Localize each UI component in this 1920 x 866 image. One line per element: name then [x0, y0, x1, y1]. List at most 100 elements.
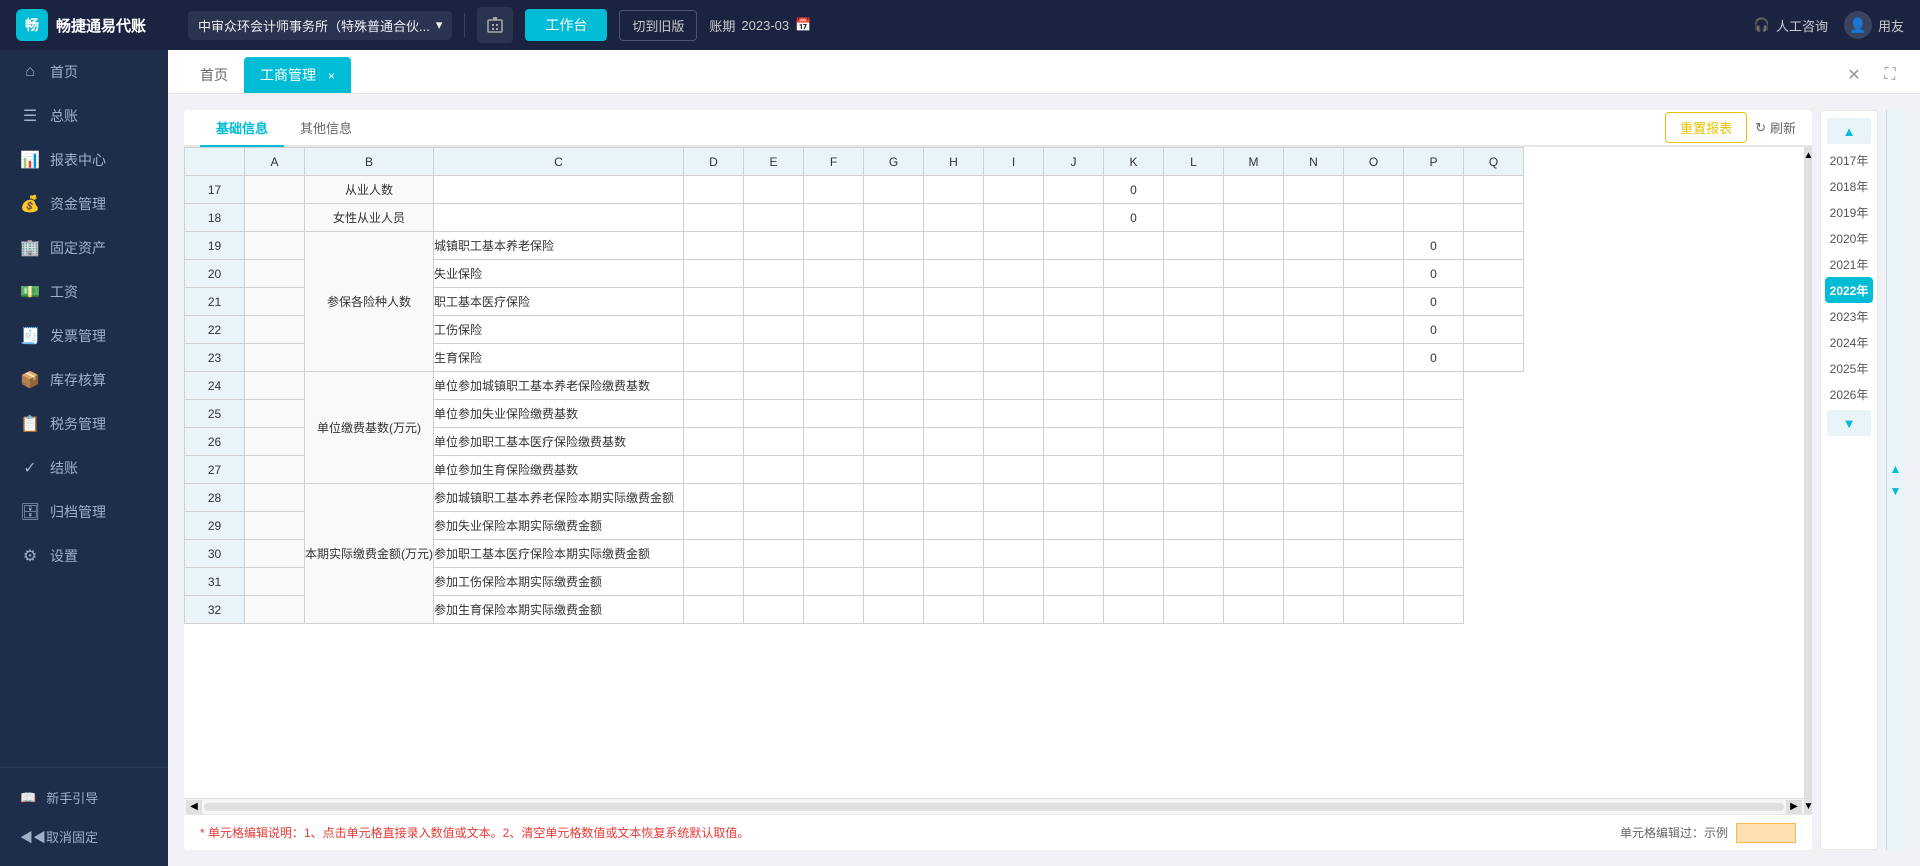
horizontal-scrollbar[interactable]: ◀ ▶ [184, 798, 1804, 814]
cell-17-b[interactable]: 从业人数 [305, 176, 434, 204]
cell-24-b-merge[interactable]: 单位缴费基数(万元) [305, 372, 434, 484]
cell-18-i[interactable] [984, 204, 1044, 232]
hscroll-right-btn[interactable]: ▶ [1786, 800, 1802, 814]
vscroll-down-btn[interactable]: ▼ [1805, 798, 1812, 814]
tab-home[interactable]: 首页 [184, 57, 244, 93]
year-2020[interactable]: 2020年 [1825, 225, 1873, 251]
sidebar-item-inventory[interactable]: 📦 库存核算 [0, 358, 168, 402]
sidebar-item-invoice[interactable]: 🧾 发票管理 [0, 314, 168, 358]
sub-tab-other[interactable]: 其他信息 [284, 110, 368, 147]
collapse-panel[interactable]: ▲ ▼ [1886, 110, 1904, 850]
company-icon-button[interactable] [477, 7, 513, 43]
year-2025[interactable]: 2025年 [1825, 355, 1873, 381]
cell-17-q[interactable] [1464, 176, 1524, 204]
col-header-c: C [434, 148, 684, 176]
cell-28-b-merge[interactable]: 本期实际缴费金额(万元) [305, 484, 434, 624]
expand-button[interactable]: ⛶ [1876, 61, 1904, 89]
col-header-empty [185, 148, 245, 176]
year-2019[interactable]: 2019年 [1825, 199, 1873, 225]
cell-17-a[interactable] [245, 176, 305, 204]
cell-17-j[interactable] [1044, 176, 1104, 204]
vscroll-thumb[interactable] [1805, 163, 1812, 798]
cell-19-b-merge[interactable]: 参保各险种人数 [305, 232, 434, 372]
sidebar-item-funds[interactable]: 💰 资金管理 [0, 182, 168, 226]
calendar-icon[interactable]: 📅 [795, 17, 811, 33]
old-version-button[interactable]: 切到旧版 [619, 10, 697, 41]
sidebar-item-assets[interactable]: 🏢 固定资产 [0, 226, 168, 270]
cell-18-l[interactable] [1164, 204, 1224, 232]
year-2026[interactable]: 2026年 [1825, 381, 1873, 407]
sidebar-item-reports[interactable]: 📊 报表中心 [0, 138, 168, 182]
cell-17-m[interactable] [1224, 176, 1284, 204]
tab-close-icon[interactable]: × [328, 69, 335, 83]
cell-18-d[interactable] [684, 204, 744, 232]
unpin-button[interactable]: ◀◀取消固定 [0, 817, 168, 856]
guide-icon: 📖 [20, 790, 36, 806]
cell-18-m[interactable] [1224, 204, 1284, 232]
sidebar-item-salary[interactable]: 💵 工资 [0, 270, 168, 314]
sidebar-item-settings[interactable]: ⚙ 设置 [0, 534, 168, 578]
new-guide[interactable]: 📖 新手引导 [0, 778, 168, 817]
sidebar-item-tax[interactable]: 📋 税务管理 [0, 402, 168, 446]
form-actions: 重置报表 ↻ 刷新 [1665, 112, 1796, 143]
cell-17-i[interactable] [984, 176, 1044, 204]
sidebar-item-archive[interactable]: 🗄 归档管理 [0, 490, 168, 534]
cell-17-c[interactable] [434, 176, 684, 204]
sub-tab-basic[interactable]: 基础信息 [200, 110, 284, 147]
settings-icon: ⚙ [20, 546, 40, 566]
year-2022[interactable]: 2022年 [1825, 277, 1873, 303]
year-2021[interactable]: 2021年 [1825, 251, 1873, 277]
hscroll-left-btn[interactable]: ◀ [186, 800, 202, 814]
help-button[interactable]: 🎧 人工咨询 [1754, 16, 1828, 35]
year-panel: ▲ 2017年 2018年 2019年 2020年 2021年 2022年 20… [1820, 110, 1878, 850]
cell-17-o[interactable] [1344, 176, 1404, 204]
cell-18-e[interactable] [744, 204, 804, 232]
sidebar-item-ledger[interactable]: ☰ 总账 [0, 94, 168, 138]
cell-18-o[interactable] [1344, 204, 1404, 232]
col-header-g: G [864, 148, 924, 176]
spreadsheet-scroll[interactable]: A B C D E F G H I [184, 147, 1804, 798]
sidebar-item-closing[interactable]: ✓ 结账 [0, 446, 168, 490]
company-selector[interactable]: 中审众环会计师事务所（特殊普通合伙... ▾ [188, 11, 452, 40]
cell-17-p[interactable] [1404, 176, 1464, 204]
year-2024[interactable]: 2024年 [1825, 329, 1873, 355]
close-panel-button[interactable]: ✕ [1840, 61, 1868, 89]
cell-18-q[interactable] [1464, 204, 1524, 232]
workbench-button[interactable]: 工作台 [525, 9, 607, 41]
cell-17-k[interactable]: 0 [1104, 176, 1164, 204]
cell-18-n[interactable] [1284, 204, 1344, 232]
cell-18-a[interactable] [245, 204, 305, 232]
cell-17-n[interactable] [1284, 176, 1344, 204]
table-row: 28 本期实际缴费金额(万元) 参加城镇职工基本养老保险本期实际缴费金额 [185, 484, 1524, 512]
col-header-k: K [1104, 148, 1164, 176]
year-2018[interactable]: 2018年 [1825, 173, 1873, 199]
refresh-button[interactable]: ↻ 刷新 [1755, 118, 1796, 137]
cell-18-p[interactable] [1404, 204, 1464, 232]
year-2023[interactable]: 2023年 [1825, 303, 1873, 329]
cell-17-e[interactable] [744, 176, 804, 204]
vscroll-up-btn[interactable]: ▲ [1805, 147, 1812, 163]
cell-17-d[interactable] [684, 176, 744, 204]
cell-18-b[interactable]: 女性从业人员 [305, 204, 434, 232]
cell-18-c[interactable] [434, 204, 684, 232]
cell-18-h[interactable] [924, 204, 984, 232]
assets-icon: 🏢 [20, 238, 40, 258]
year-2017[interactable]: 2017年 [1825, 147, 1873, 173]
user-menu[interactable]: 👤 用友 [1844, 11, 1904, 39]
year-nav-down[interactable]: ▼ [1827, 410, 1871, 436]
sidebar-item-home[interactable]: ⌂ 首页 [0, 50, 168, 94]
cell-17-h[interactable] [924, 176, 984, 204]
cell-17-l[interactable] [1164, 176, 1224, 204]
cell-18-g[interactable] [864, 204, 924, 232]
cell-18-k[interactable]: 0 [1104, 204, 1164, 232]
hscroll-track[interactable] [204, 803, 1784, 811]
cell-18-f[interactable] [804, 204, 864, 232]
year-nav-up[interactable]: ▲ [1827, 118, 1871, 144]
sidebar-label-invoice: 发票管理 [50, 326, 106, 346]
vertical-scrollbar[interactable]: ▲ ▼ [1804, 147, 1812, 814]
reset-button[interactable]: 重置报表 [1665, 112, 1747, 143]
tab-bizmanage[interactable]: 工商管理 × [244, 57, 351, 93]
cell-17-f[interactable] [804, 176, 864, 204]
cell-17-g[interactable] [864, 176, 924, 204]
cell-18-j[interactable] [1044, 204, 1104, 232]
